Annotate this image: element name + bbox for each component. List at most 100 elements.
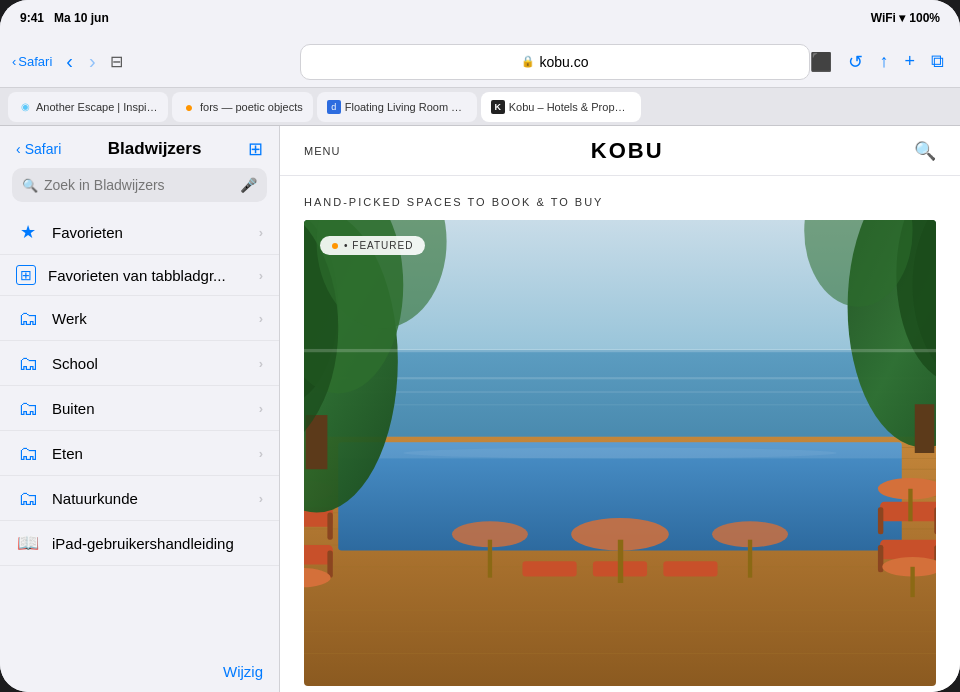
tab-bar: ◉ Another Escape | Inspir... ● fors — po… [0,88,960,126]
site-logo: KOBU [591,138,664,164]
address-bar[interactable]: 🔒 kobu.co [300,44,810,80]
tab-favicon-2: d [327,100,341,114]
refresh-button[interactable]: ↺ [844,47,867,77]
svg-rect-39 [908,489,912,522]
sidebar-grid-button[interactable]: ⊞ [248,138,263,160]
wifi-icon: WiFi ▾ [871,11,906,25]
featured-badge: • FEATURED [320,236,425,255]
tab-2[interactable]: d Floating Living Room Se... [317,92,477,122]
tab-label-0: Another Escape | Inspir... [36,101,158,113]
svg-rect-35 [880,540,936,560]
tab-label-1: fors — poetic objects [200,101,303,113]
airtab-button[interactable]: ⬛ [806,47,836,77]
svg-rect-2 [304,377,936,379]
svg-rect-27 [327,551,332,578]
folder-icon-buiten: 🗂 [16,396,40,420]
bookmark-item-buiten[interactable]: 🗂 Buiten › [0,386,279,431]
tab-label-2: Floating Living Room Se... [345,101,467,113]
chevron-right-icon-0: › [259,225,263,240]
back-button[interactable]: ‹ [60,46,79,77]
chevron-right-icon-5: › [259,446,263,461]
bookmark-item-ipad-manual[interactable]: 📖 iPad-gebruikershandleiding [0,521,279,566]
wijzig-button[interactable]: Wijzig [223,663,263,680]
chevron-back-icon: ‹ [16,141,21,157]
share-button[interactable]: ↑ [875,47,892,76]
bookmark-label-tabs: Favorieten van tabbladgr... [48,267,247,284]
chevron-right-icon-1: › [259,268,263,283]
bookmark-item-werk[interactable]: 🗂 Werk › [0,296,279,341]
sidebar-footer: Wijzig [0,651,279,692]
hero-section: HAND-PICKED SPACES TO BOOK & TO BUY [280,176,960,692]
bookmark-label-school: School [52,355,247,372]
tab-1[interactable]: ● fors — poetic objects [172,92,313,122]
sidebar-header: ‹ Safari Bladwijzers ⊞ [0,126,279,168]
ipad-frame: 9:41 Ma 10 jun WiFi ▾ 100% ‹ Safari ‹ › … [0,0,960,692]
chevron-right-icon-3: › [259,356,263,371]
toolbar-left: ‹ Safari ‹ › ⊟ [12,46,292,77]
bookmarks-list: ★ Favorieten › ⊞ Favorieten van tabbladg… [0,210,279,651]
svg-rect-42 [522,561,576,576]
tab-3[interactable]: K Kobu – Hotels & Propert... [481,92,641,122]
chevron-right-icon-2: › [259,311,263,326]
svg-rect-44 [663,561,717,576]
microphone-icon[interactable]: 🎤 [240,177,257,193]
svg-rect-57 [915,404,935,453]
tab-favicon-3: K [491,100,505,114]
status-time-date: 9:41 Ma 10 jun [20,11,109,25]
folder-icon-school: 🗂 [16,351,40,375]
svg-rect-50 [748,540,752,578]
featured-dot [332,243,338,249]
site-search-icon[interactable]: 🔍 [914,140,936,162]
main-area: ‹ Safari ‹ › ⊟ 🔒 kobu.co ⬛ ↺ ↑ + ⧉ [0,36,960,692]
safari-back-label: Safari [18,54,52,69]
tab-0[interactable]: ◉ Another Escape | Inspir... [8,92,168,122]
svg-rect-48 [488,540,492,578]
status-date: Ma 10 jun [54,11,109,25]
bookmark-item-tabs-favorieten[interactable]: ⊞ Favorieten van tabbladgr... › [0,255,279,296]
tabs-button[interactable]: ⧉ [927,47,948,76]
book-icon: 📖 [16,531,40,555]
star-icon: ★ [16,220,40,244]
hero-image-container: • FEATURED [304,220,936,686]
website-nav: MENU KOBU 🔍 [280,126,960,176]
add-button[interactable]: + [900,47,919,76]
web-content: MENU KOBU 🔍 HAND-PICKED SPACES TO BOOK &… [280,126,960,692]
address-url: kobu.co [539,54,588,70]
bookmark-label-natuurkunde: Natuurkunde [52,490,247,507]
battery-icon: 100% [909,11,940,25]
bookmark-label-buiten: Buiten [52,400,247,417]
tab-label-3: Kobu – Hotels & Propert... [509,101,631,113]
hero-image-svg [304,220,936,686]
status-bar: 9:41 Ma 10 jun WiFi ▾ 100% [0,0,960,36]
sidebar-back-label: Safari [25,141,62,157]
svg-rect-3 [304,391,936,393]
search-bar[interactable]: 🔍 🎤 [12,168,267,202]
bookmark-label-werk: Werk [52,310,247,327]
sidebar-back-button[interactable]: ‹ Safari [16,141,61,157]
sidebar-title: Bladwijzers [108,139,202,159]
folder-icon-eten: 🗂 [16,441,40,465]
bookmark-item-school[interactable]: 🗂 School › [0,341,279,386]
bookmark-item-natuurkunde[interactable]: 🗂 Natuurkunde › [0,476,279,521]
svg-rect-4 [304,404,936,405]
chevron-left-icon: ‹ [12,54,16,69]
site-menu-label: MENU [304,145,340,157]
search-icon: 🔍 [22,178,38,193]
forward-button[interactable]: › [83,46,102,77]
content-row: ‹ Safari Bladwijzers ⊞ 🔍 🎤 ★ [0,126,960,692]
safari-back-button[interactable]: ‹ Safari [12,54,52,69]
tabs-favorites-icon: ⊞ [16,265,36,285]
search-input[interactable] [44,177,234,193]
svg-rect-36 [878,545,883,572]
bookmark-label-favorieten: Favorieten [52,224,247,241]
bookmark-item-favorieten[interactable]: ★ Favorieten › [0,210,279,255]
svg-rect-34 [934,507,936,534]
folder-icon-natuurkunde: 🗂 [16,486,40,510]
svg-rect-32 [880,502,936,522]
reader-button[interactable]: ⊟ [106,48,127,75]
browser-toolbar: ‹ Safari ‹ › ⊟ 🔒 kobu.co ⬛ ↺ ↑ + ⧉ [0,36,960,88]
folder-icon-werk: 🗂 [16,306,40,330]
chevron-right-icon-4: › [259,401,263,416]
toolbar-right: ⬛ ↺ ↑ + ⧉ [818,47,948,77]
bookmark-item-eten[interactable]: 🗂 Eten › [0,431,279,476]
